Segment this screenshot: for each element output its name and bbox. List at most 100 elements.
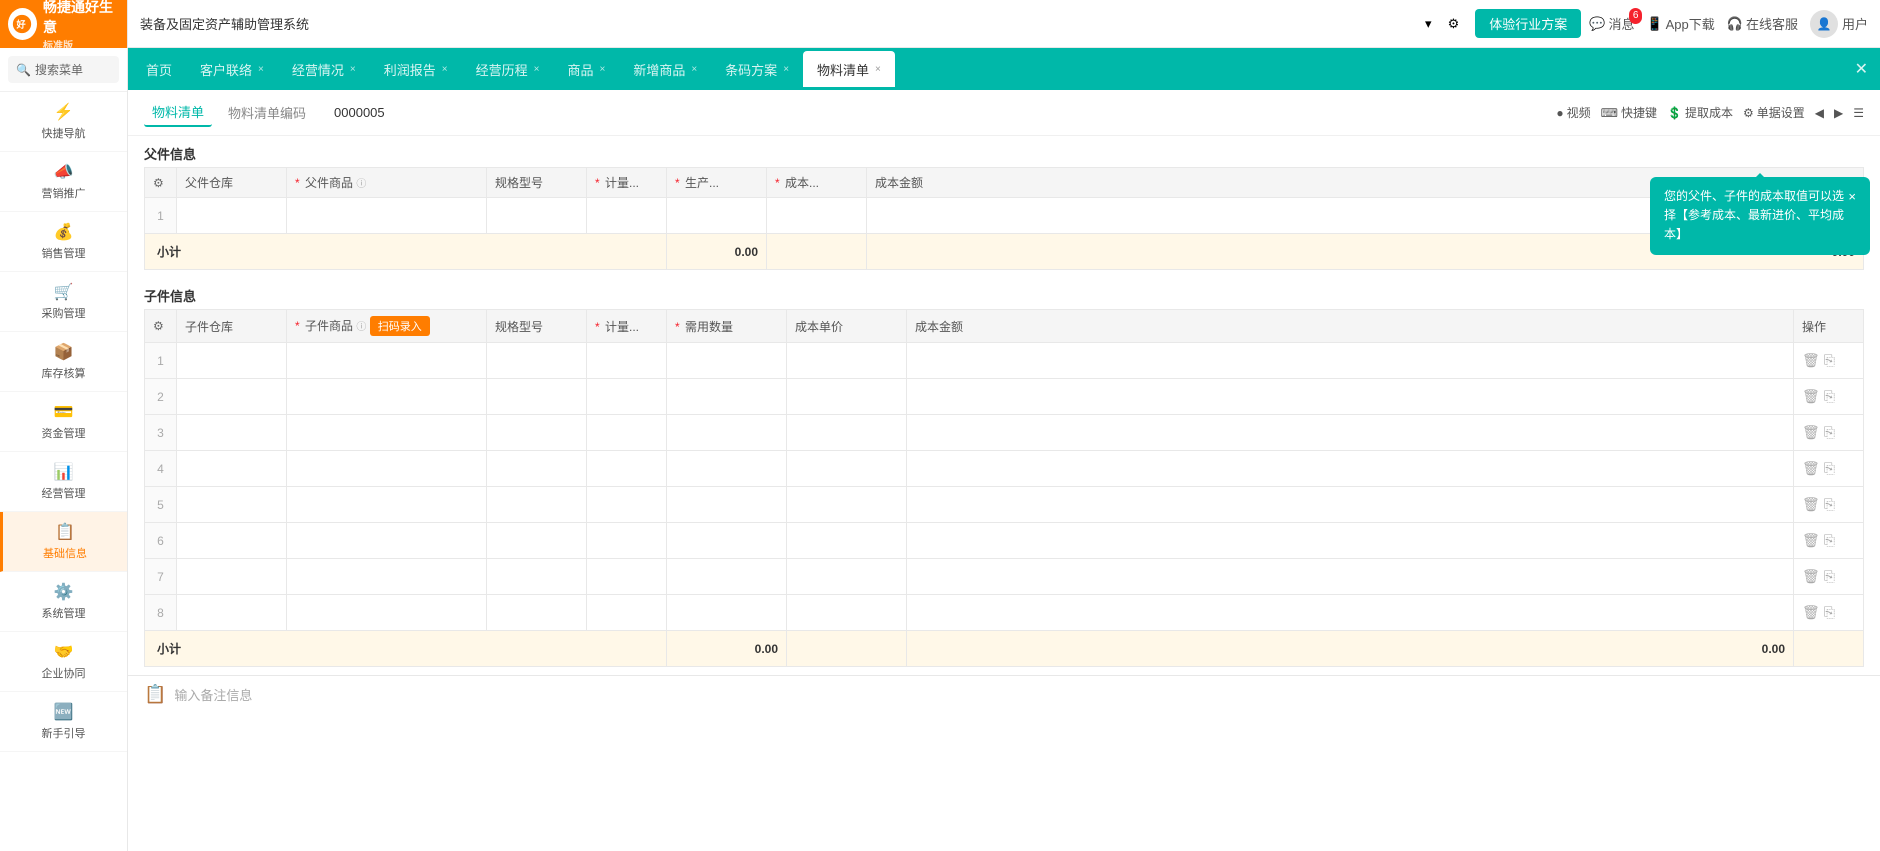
- sidebar-item-cooperation[interactable]: 🤝 企业协同: [0, 632, 127, 692]
- child-cell-warehouse-1[interactable]: [177, 343, 287, 379]
- delete-icon-3[interactable]: 🗑: [1802, 424, 1820, 441]
- delete-icon-4[interactable]: 🗑: [1802, 460, 1820, 477]
- tab-profit-close[interactable]: ×: [442, 64, 448, 75]
- child-cell-warehouse-4[interactable]: [177, 451, 287, 487]
- child-cell-qty-1[interactable]: [667, 343, 787, 379]
- message-button[interactable]: 💬 消息 6: [1589, 14, 1634, 33]
- child-cell-goods-6[interactable]: [287, 523, 487, 559]
- tab-operation-status-close[interactable]: ×: [350, 64, 356, 75]
- sidebar-item-basic[interactable]: 📋 基础信息: [0, 512, 127, 572]
- copy-icon-3[interactable]: ⎘: [1824, 424, 1835, 441]
- tab-barcode[interactable]: 条码方案 ×: [711, 51, 803, 87]
- page-next-button[interactable]: ▶: [1834, 106, 1843, 120]
- experience-plan-button[interactable]: 体验行业方案: [1475, 9, 1581, 38]
- child-cell-qty-5[interactable]: [667, 487, 787, 523]
- cost-action[interactable]: 💲 提取成本: [1667, 104, 1733, 121]
- child-cell-unit-5[interactable]: [587, 487, 667, 523]
- scan-input-button[interactable]: 扫码录入: [370, 316, 430, 336]
- child-cell-goods-1[interactable]: [287, 343, 487, 379]
- copy-icon-1[interactable]: ⎘: [1824, 352, 1835, 369]
- delete-icon-6[interactable]: 🗑: [1802, 532, 1820, 549]
- child-cell-spec-5[interactable]: [487, 487, 587, 523]
- child-cell-amount-1[interactable]: [907, 343, 1794, 379]
- note-placeholder[interactable]: 输入备注信息: [174, 685, 252, 704]
- tab-barcode-close[interactable]: ×: [783, 64, 789, 75]
- child-cell-qty-4[interactable]: [667, 451, 787, 487]
- parent-settings-icon[interactable]: ⚙: [153, 176, 164, 190]
- child-cell-unitcost-6[interactable]: [787, 523, 907, 559]
- parent-cell-warehouse[interactable]: [177, 198, 287, 234]
- page-menu-button[interactable]: ☰: [1853, 106, 1864, 120]
- child-cell-goods-4[interactable]: [287, 451, 487, 487]
- tab-history-close[interactable]: ×: [534, 64, 540, 75]
- child-cell-qty-6[interactable]: [667, 523, 787, 559]
- tab-new-goods[interactable]: 新增商品 ×: [619, 51, 711, 87]
- child-settings-icon[interactable]: ⚙: [153, 319, 164, 333]
- child-cell-unit-8[interactable]: [587, 595, 667, 631]
- tab-new-goods-close[interactable]: ×: [691, 64, 697, 75]
- sidebar-item-purchase[interactable]: 🛒 采购管理: [0, 272, 127, 332]
- settings-action[interactable]: ⚙ 单据设置: [1743, 104, 1805, 121]
- sidebar-item-quick-nav[interactable]: ⚡ 快捷导航: [0, 92, 127, 152]
- child-cell-unitcost-8[interactable]: [787, 595, 907, 631]
- tab-home[interactable]: 首页: [132, 51, 186, 87]
- close-all-tabs-button[interactable]: ✕: [1847, 55, 1876, 83]
- child-cell-qty-3[interactable]: [667, 415, 787, 451]
- child-cell-unitcost-1[interactable]: [787, 343, 907, 379]
- tooltip-close-button[interactable]: ×: [1848, 187, 1856, 208]
- sidebar-item-system[interactable]: ⚙️ 系统管理: [0, 572, 127, 632]
- child-cell-goods-2[interactable]: [287, 379, 487, 415]
- child-cell-amount-7[interactable]: [907, 559, 1794, 595]
- system-title-expand[interactable]: ▾: [1425, 16, 1432, 32]
- child-cell-goods-7[interactable]: [287, 559, 487, 595]
- parent-cell-spec[interactable]: [487, 198, 587, 234]
- child-cell-unitcost-2[interactable]: [787, 379, 907, 415]
- parent-cell-production[interactable]: [667, 198, 767, 234]
- child-cell-spec-3[interactable]: [487, 415, 587, 451]
- tab-customer[interactable]: 客户联络 ×: [186, 51, 278, 87]
- child-cell-warehouse-5[interactable]: [177, 487, 287, 523]
- child-cell-warehouse-3[interactable]: [177, 415, 287, 451]
- child-cell-amount-3[interactable]: [907, 415, 1794, 451]
- online-service-button[interactable]: 🎧 在线客服: [1727, 14, 1798, 33]
- tab-profit[interactable]: 利润报告 ×: [370, 51, 462, 87]
- tab-goods[interactable]: 商品 ×: [553, 51, 619, 87]
- child-cell-unit-3[interactable]: [587, 415, 667, 451]
- copy-icon-5[interactable]: ⎘: [1824, 496, 1835, 513]
- copy-icon-7[interactable]: ⎘: [1824, 568, 1835, 585]
- delete-icon-5[interactable]: 🗑: [1802, 496, 1820, 513]
- delete-icon-2[interactable]: 🗑: [1802, 388, 1820, 405]
- copy-icon-4[interactable]: ⎘: [1824, 460, 1835, 477]
- tab-goods-close[interactable]: ×: [599, 64, 605, 75]
- app-download-button[interactable]: 📱 App下载: [1646, 14, 1714, 33]
- shortcut-action[interactable]: ⌨ 快捷键: [1601, 104, 1657, 121]
- child-cell-unitcost-7[interactable]: [787, 559, 907, 595]
- delete-icon-1[interactable]: 🗑: [1802, 352, 1820, 369]
- page-prev-button[interactable]: ◀: [1815, 106, 1824, 120]
- child-cell-amount-2[interactable]: [907, 379, 1794, 415]
- sub-tab-list[interactable]: 物料清单: [144, 98, 212, 127]
- child-cell-unit-1[interactable]: [587, 343, 667, 379]
- sidebar-item-inventory[interactable]: 📦 库存核算: [0, 332, 127, 392]
- copy-icon-6[interactable]: ⎘: [1824, 532, 1835, 549]
- view-action[interactable]: ● 视频: [1556, 104, 1590, 121]
- child-cell-warehouse-2[interactable]: [177, 379, 287, 415]
- child-cell-amount-6[interactable]: [907, 523, 1794, 559]
- child-cell-amount-4[interactable]: [907, 451, 1794, 487]
- child-cell-amount-5[interactable]: [907, 487, 1794, 523]
- parent-cell-unit[interactable]: [587, 198, 667, 234]
- copy-icon-2[interactable]: ⎘: [1824, 388, 1835, 405]
- delete-icon-7[interactable]: 🗑: [1802, 568, 1820, 585]
- tab-bom-close[interactable]: ×: [875, 64, 881, 75]
- child-cell-warehouse-8[interactable]: [177, 595, 287, 631]
- child-cell-goods-3[interactable]: [287, 415, 487, 451]
- sidebar-item-marketing[interactable]: 📣 营销推广: [0, 152, 127, 212]
- child-cell-unitcost-4[interactable]: [787, 451, 907, 487]
- child-cell-qty-2[interactable]: [667, 379, 787, 415]
- child-cell-goods-5[interactable]: [287, 487, 487, 523]
- child-cell-spec-4[interactable]: [487, 451, 587, 487]
- sidebar-item-finance[interactable]: 💳 资金管理: [0, 392, 127, 452]
- child-cell-unit-2[interactable]: [587, 379, 667, 415]
- tab-history[interactable]: 经营历程 ×: [462, 51, 554, 87]
- child-cell-spec-1[interactable]: [487, 343, 587, 379]
